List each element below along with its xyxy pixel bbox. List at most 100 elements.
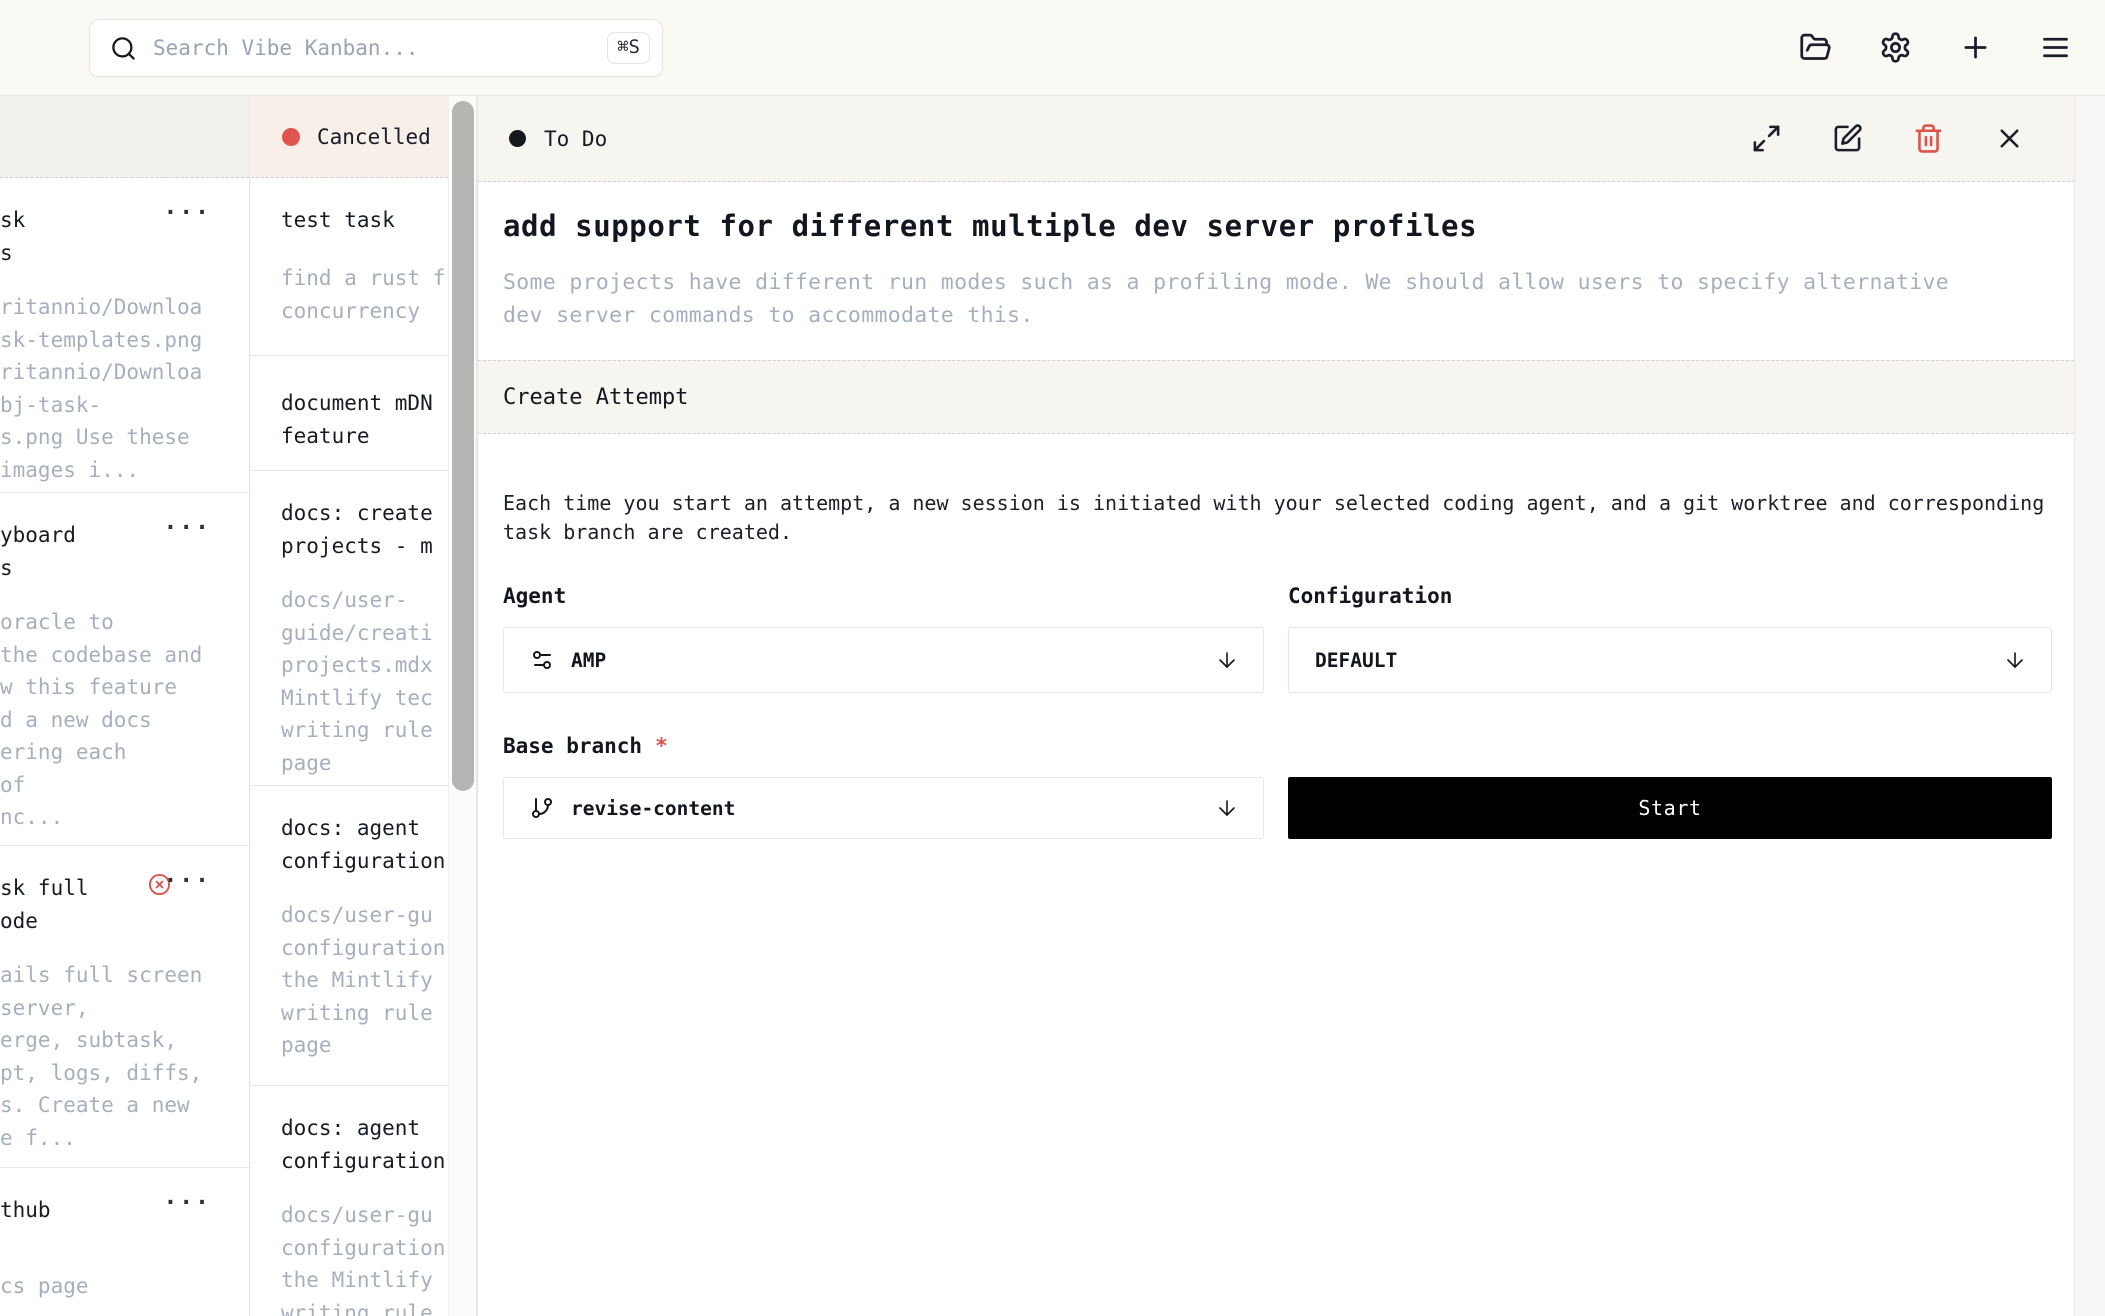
card-desc-line: find a rust f (281, 266, 446, 290)
topbar-actions (1799, 31, 2072, 64)
card-title-line: configuration (281, 1149, 446, 1173)
card-title-line: yboard (0, 523, 76, 547)
column-name: Cancelled (317, 124, 431, 149)
expand-button[interactable] (1751, 123, 1782, 154)
card-desc-line: the codebase and (0, 642, 203, 667)
card-desc-line: nc... (0, 805, 64, 829)
card-desc-line: page (281, 750, 332, 775)
agent-value: AMP (571, 648, 607, 672)
card-desc-line: the Mintlify (281, 1268, 433, 1292)
task-description-line: Some projects have different run modes s… (503, 270, 1950, 295)
column-header-cancelled: Cancelled (251, 96, 448, 178)
card-desc-line: ering each (0, 740, 127, 764)
card-desc-line: writing rule (281, 1300, 433, 1316)
todo-status-dot-icon (509, 130, 526, 147)
start-attempt-button[interactable]: Start (1288, 777, 2052, 839)
card-title-line: s (0, 556, 13, 580)
card-desc-line: w this feature (0, 675, 178, 699)
task-description: Some projects have different run modes s… (503, 266, 2052, 332)
close-icon (1994, 123, 2025, 154)
arrow-down-icon (1215, 796, 1239, 820)
card-desc-line: guide/creati (281, 620, 433, 645)
card-desc-line: concurrency (281, 298, 421, 323)
task-card[interactable]: yboard s ... oracle to the codebase and … (0, 493, 249, 846)
settings-button[interactable] (1879, 31, 1912, 64)
task-card[interactable]: thub ... cs page (0, 1168, 249, 1316)
card-desc-line: bj-task- (0, 392, 102, 417)
configuration-value: DEFAULT (1315, 648, 1398, 672)
cancelled-status-dot-icon (282, 127, 300, 146)
panel-body: add support for different multiple dev s… (478, 182, 2074, 1316)
card-desc-line: writing rule (281, 718, 433, 742)
panel-header: To Do (478, 96, 2105, 182)
card-desc-line: docs/user-gu (281, 903, 433, 927)
task-card[interactable]: docs: create projects - m docs/user- gui… (251, 471, 448, 786)
card-title-line: s (0, 241, 13, 265)
panel-actions (1751, 123, 2105, 154)
create-attempt-info-line: task branch are created. (503, 519, 792, 544)
card-title-line: configuration (281, 849, 446, 873)
task-card[interactable]: document mDN feature (251, 356, 448, 471)
card-desc-line: of (0, 772, 26, 797)
task-card[interactable]: sk full ode ... ails full screen server,… (0, 846, 249, 1168)
card-desc-line: d a new docs (0, 707, 152, 732)
card-desc-line: page (281, 1033, 332, 1057)
edit-task-button[interactable] (1832, 123, 1863, 154)
card-title-line: projects - m (281, 534, 433, 558)
board-scrollbar-thumb[interactable] (452, 101, 474, 791)
open-project-button[interactable] (1799, 31, 1832, 64)
card-desc-line: ails full screen (0, 963, 203, 987)
search-input[interactable]: Search Vibe Kanban... ⌘S (89, 19, 663, 77)
ellipsis-icon[interactable]: ... (163, 1184, 211, 1210)
card-title-line: document mDN (281, 391, 433, 415)
ellipsis-icon[interactable]: ... (163, 194, 211, 220)
card-desc-line: writing rule (281, 1000, 433, 1025)
search-shortcut-badge: ⌘S (607, 32, 650, 64)
kanban-column-left: sk s ... ritannio/Downloa sk-templates.p… (0, 96, 250, 1316)
board-scrollbar[interactable] (448, 96, 477, 1316)
card-desc-line: e f... (0, 1125, 76, 1150)
card-title-line: sk full (0, 876, 89, 900)
search-placeholder: Search Vibe Kanban... (153, 36, 419, 60)
main-menu-button[interactable] (2039, 31, 2072, 64)
kanban-board: sk s ... ritannio/Downloa sk-templates.p… (0, 96, 477, 1316)
ellipsis-icon[interactable]: ... (163, 509, 211, 535)
kanban-column-cancelled: Cancelled test task find a rust f concur… (251, 96, 448, 1316)
card-title-line: sk (0, 208, 26, 232)
base-branch-label: Base branch * (503, 734, 1264, 758)
main-area: sk s ... ritannio/Downloa sk-templates.p… (0, 95, 2105, 1316)
task-card[interactable]: sk s ... ritannio/Downloa sk-templates.p… (0, 178, 249, 493)
gear-icon (1879, 31, 1912, 64)
task-status-label: To Do (544, 126, 608, 151)
panel-scrollbar[interactable] (2074, 96, 2105, 1316)
agent-label: Agent (503, 584, 567, 608)
configuration-label: Configuration (1288, 584, 1453, 608)
task-card[interactable]: test task find a rust f concurrency (251, 178, 448, 356)
card-title-line: ode (0, 909, 38, 933)
search-icon (110, 35, 137, 62)
base-branch-label-text: Base branch (503, 734, 643, 758)
expand-icon (1751, 123, 1782, 154)
card-desc-line: s.png Use these (0, 425, 190, 449)
card-desc-line: Mintlify tec (281, 685, 433, 710)
task-description-line: dev server commands to accommodate this. (503, 303, 1034, 328)
add-task-button[interactable] (1959, 31, 1992, 64)
configuration-select[interactable]: DEFAULT (1288, 627, 2052, 693)
hamburger-menu-icon (2039, 31, 2072, 64)
close-panel-button[interactable] (1994, 123, 2025, 154)
arrow-down-icon (1215, 648, 1239, 672)
topbar: Search Vibe Kanban... ⌘S (0, 0, 2105, 96)
edit-icon (1832, 123, 1863, 154)
trash-icon (1913, 123, 1944, 154)
ellipsis-icon[interactable]: ... (163, 862, 211, 888)
card-title-line: docs: create (281, 501, 433, 525)
task-card[interactable]: docs: agent configuration docs/user-gu c… (251, 786, 448, 1086)
agent-select[interactable]: AMP (503, 627, 1264, 693)
card-desc-line: configuration (281, 1235, 446, 1260)
git-branch-icon (530, 796, 554, 820)
required-marker: * (655, 734, 668, 758)
task-card[interactable]: docs: agent configuration docs/user-gu c… (251, 1086, 448, 1316)
delete-task-button[interactable] (1913, 123, 1944, 154)
card-desc-line: docs/user- (281, 588, 408, 612)
base-branch-select[interactable]: revise-content (503, 777, 1264, 839)
